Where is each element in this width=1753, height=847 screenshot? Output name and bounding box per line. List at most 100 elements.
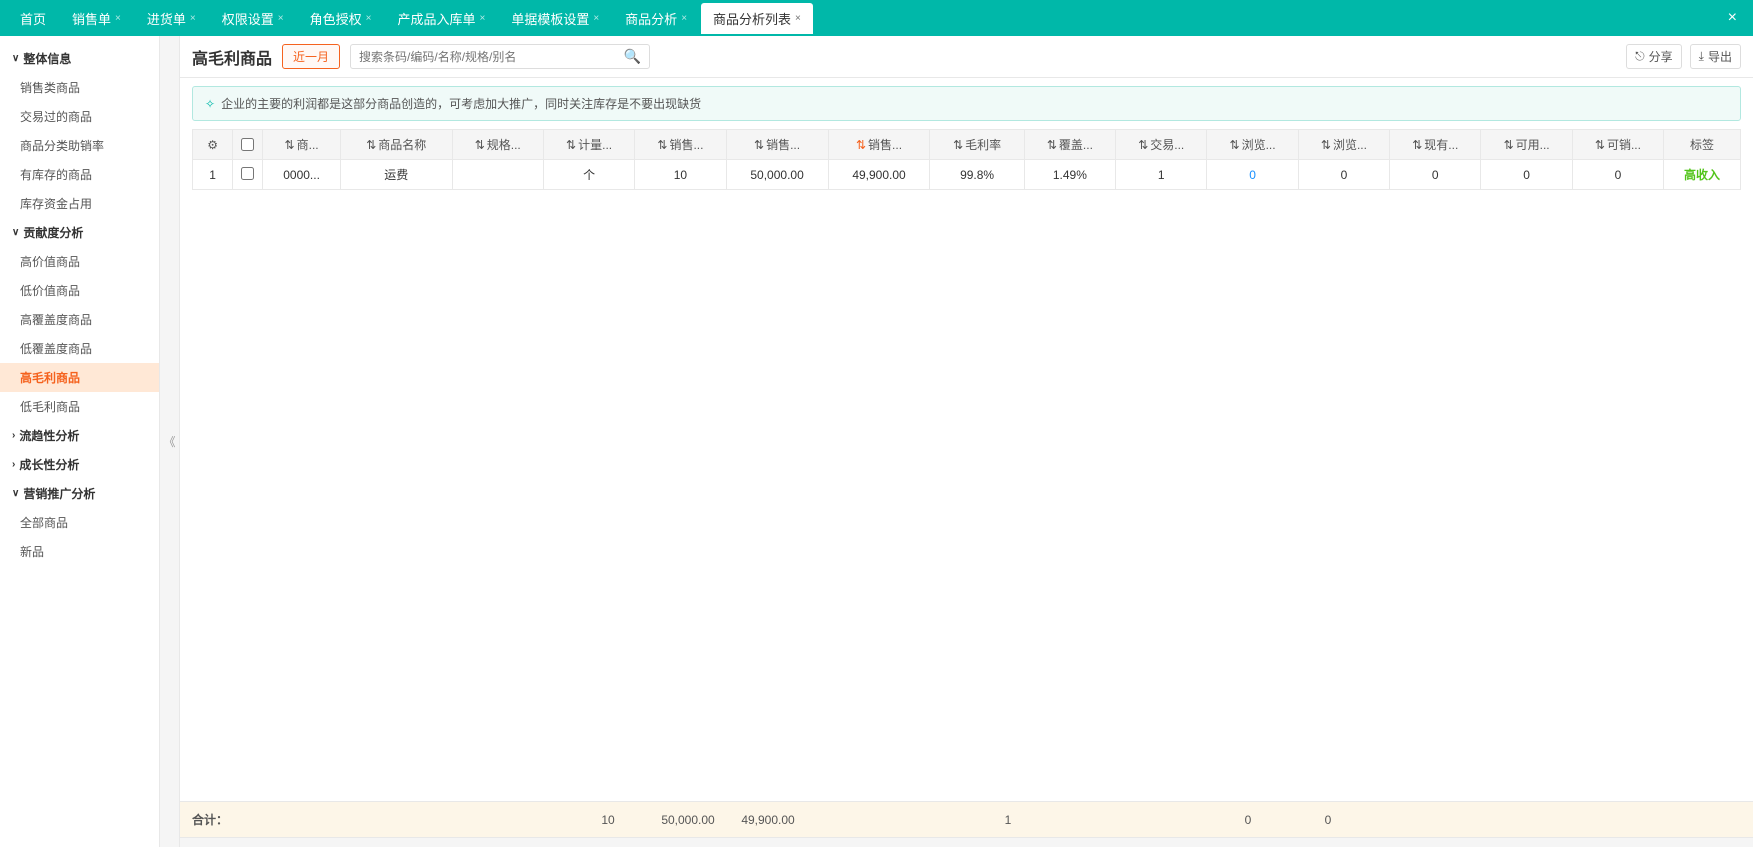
main-container: ∨ 整体信息 销售类商品 交易过的商品 商品分类助销率 有库存的商品 库存资金占…	[0, 36, 1753, 847]
col-saleable[interactable]: ⇅可销...	[1572, 130, 1663, 160]
sidebar-group-growth[interactable]: › 成长性分析	[0, 450, 159, 479]
row-saleable: 0	[1572, 160, 1663, 190]
col-name[interactable]: ⇅商品名称	[340, 130, 452, 160]
content-area: 高毛利商品 近一月 🔍 ⎋ 分享 ⤓ 导出 ✧ 企业的主要的利润都是这部分商品创…	[180, 36, 1753, 847]
share-icon: ⎋	[1635, 49, 1645, 64]
col-gross-margin[interactable]: ⇅毛利率	[930, 130, 1024, 160]
sort-icon: ⇅	[1047, 138, 1057, 152]
export-icon: ⤓	[1699, 49, 1704, 64]
chevron-down-icon: ∨	[12, 488, 19, 499]
row-browse1[interactable]: 0	[1207, 160, 1298, 190]
row-select-checkbox[interactable]	[241, 167, 254, 180]
sidebar-item-low-value[interactable]: 低价值商品	[0, 276, 159, 305]
sidebar-item-category-rate[interactable]: 商品分类助销率	[0, 131, 159, 160]
close-icon[interactable]: ×	[795, 13, 801, 24]
sidebar-item-low-coverage[interactable]: 低覆盖度商品	[0, 334, 159, 363]
row-coverage: 1.49%	[1024, 160, 1115, 190]
export-button[interactable]: ⤓ 导出	[1690, 44, 1741, 69]
sidebar-group-overall[interactable]: ∨ 整体信息	[0, 44, 159, 73]
search-icon[interactable]: 🔍	[624, 48, 641, 65]
footer-available: 0	[1288, 813, 1368, 827]
row-name[interactable]: 运费	[340, 160, 452, 190]
nav-tab-roles[interactable]: 角色授权 ×	[298, 3, 384, 34]
sidebar-item-stock-capital[interactable]: 库存资金占用	[0, 189, 159, 218]
sidebar-item-high-value[interactable]: 高价值商品	[0, 247, 159, 276]
sort-icon: ⇅	[1138, 138, 1148, 152]
close-icon[interactable]: ×	[681, 13, 687, 24]
info-banner: ✧ 企业的主要的利润都是这部分商品创造的，可考虑加大推广，同时关注库存是不要出现…	[192, 86, 1741, 121]
chevron-down-icon: ∨	[12, 227, 19, 238]
row-available: 0	[1481, 160, 1572, 190]
row-sale-qty: 10	[635, 160, 726, 190]
sidebar-item-high-margin[interactable]: 高毛利商品	[0, 363, 159, 392]
col-current-stock[interactable]: ⇅现有...	[1390, 130, 1481, 160]
footer-sale-qty: 10	[568, 813, 648, 827]
nav-tab-sales[interactable]: 销售单 ×	[60, 3, 133, 34]
col-spec[interactable]: ⇅规格...	[452, 130, 543, 160]
nav-tab-products[interactable]: 产成品入库单 ×	[385, 3, 497, 34]
content-header: 高毛利商品 近一月 🔍 ⎋ 分享 ⤓ 导出	[180, 36, 1753, 78]
close-icon[interactable]: ×	[190, 13, 196, 24]
col-unit[interactable]: ⇅计量...	[543, 130, 634, 160]
col-tag[interactable]: 标签	[1664, 130, 1741, 160]
col-sale-qty[interactable]: ⇅销售...	[635, 130, 726, 160]
footer-empty2	[888, 813, 968, 827]
chevron-right-icon: ›	[12, 459, 15, 470]
footer-sale-amount: 50,000.00	[648, 813, 728, 827]
col-sale-profit[interactable]: ⇅销售...	[828, 130, 930, 160]
sidebar-item-new-goods[interactable]: 新品	[0, 537, 159, 566]
sidebar-item-all-goods[interactable]: 全部商品	[0, 508, 159, 537]
col-code[interactable]: ⇅商...	[263, 130, 341, 160]
sidebar-group-marketing[interactable]: ∨ 营销推广分析	[0, 479, 159, 508]
share-button[interactable]: ⎋ 分享	[1626, 44, 1682, 69]
search-input[interactable]	[359, 50, 624, 64]
top-nav: 首页 销售单 × 进货单 × 权限设置 × 角色授权 × 产成品入库单 × 单据…	[0, 0, 1753, 36]
nav-tab-analysis[interactable]: 商品分析 ×	[613, 3, 699, 34]
col-trade[interactable]: ⇅交易...	[1116, 130, 1207, 160]
sidebar-group-trend[interactable]: › 流趋性分析	[0, 421, 159, 450]
sidebar-collapse-button[interactable]: 《	[160, 36, 180, 847]
col-browse2[interactable]: ⇅浏览...	[1298, 130, 1389, 160]
table-header-row: ⚙ ⇅商... ⇅商品名称 ⇅规格...	[193, 130, 1741, 160]
filter-recent-month-button[interactable]: 近一月	[282, 44, 340, 69]
col-available[interactable]: ⇅可用...	[1481, 130, 1572, 160]
sidebar-group-contribution[interactable]: ∨ 贡献度分析	[0, 218, 159, 247]
nav-tab-analysis-list[interactable]: 商品分析列表 ×	[701, 3, 813, 34]
sort-icon: ⇅	[475, 138, 485, 152]
col-sale-amount[interactable]: ⇅销售...	[726, 130, 828, 160]
row-sale-amount: 50,000.00	[726, 160, 828, 190]
close-all-button[interactable]: ×	[1720, 5, 1745, 31]
col-coverage[interactable]: ⇅覆盖...	[1024, 130, 1115, 160]
row-trade: 1	[1116, 160, 1207, 190]
row-code[interactable]: 0000...	[263, 160, 341, 190]
footer-trade: 1	[968, 813, 1048, 827]
sort-icon: ⇅	[566, 138, 576, 152]
row-tag: 高收入	[1664, 160, 1741, 190]
close-icon[interactable]: ×	[278, 13, 284, 24]
sidebar-item-sales-goods[interactable]: 销售类商品	[0, 73, 159, 102]
header-actions: ⎋ 分享 ⤓ 导出	[1626, 44, 1741, 69]
close-icon[interactable]: ×	[479, 13, 485, 24]
horizontal-scrollbar[interactable]	[180, 837, 1753, 847]
sort-icon: ⇅	[1504, 138, 1514, 152]
col-settings[interactable]: ⚙	[193, 130, 233, 160]
nav-tab-purchase[interactable]: 进货单 ×	[135, 3, 208, 34]
sidebar-item-low-margin[interactable]: 低毛利商品	[0, 392, 159, 421]
sidebar-item-high-coverage[interactable]: 高覆盖度商品	[0, 305, 159, 334]
row-checkbox[interactable]	[233, 160, 263, 190]
sidebar-item-stocked-goods[interactable]: 有库存的商品	[0, 160, 159, 189]
footer-label: 合计：	[192, 811, 228, 828]
footer-current-stock: 0	[1208, 813, 1288, 827]
select-all-checkbox[interactable]	[241, 138, 254, 151]
close-icon[interactable]: ×	[366, 13, 372, 24]
nav-tab-permissions[interactable]: 权限设置 ×	[210, 3, 296, 34]
row-gross-margin: 99.8%	[930, 160, 1024, 190]
close-icon[interactable]: ×	[593, 13, 599, 24]
nav-tab-home[interactable]: 首页	[8, 3, 58, 34]
sidebar-item-traded-goods[interactable]: 交易过的商品	[0, 102, 159, 131]
col-browse1[interactable]: ⇅浏览...	[1207, 130, 1298, 160]
chevron-right-icon: ›	[12, 430, 15, 441]
sidebar: ∨ 整体信息 销售类商品 交易过的商品 商品分类助销率 有库存的商品 库存资金占…	[0, 36, 160, 847]
close-icon[interactable]: ×	[115, 13, 121, 24]
nav-tab-templates[interactable]: 单据模板设置 ×	[499, 3, 611, 34]
